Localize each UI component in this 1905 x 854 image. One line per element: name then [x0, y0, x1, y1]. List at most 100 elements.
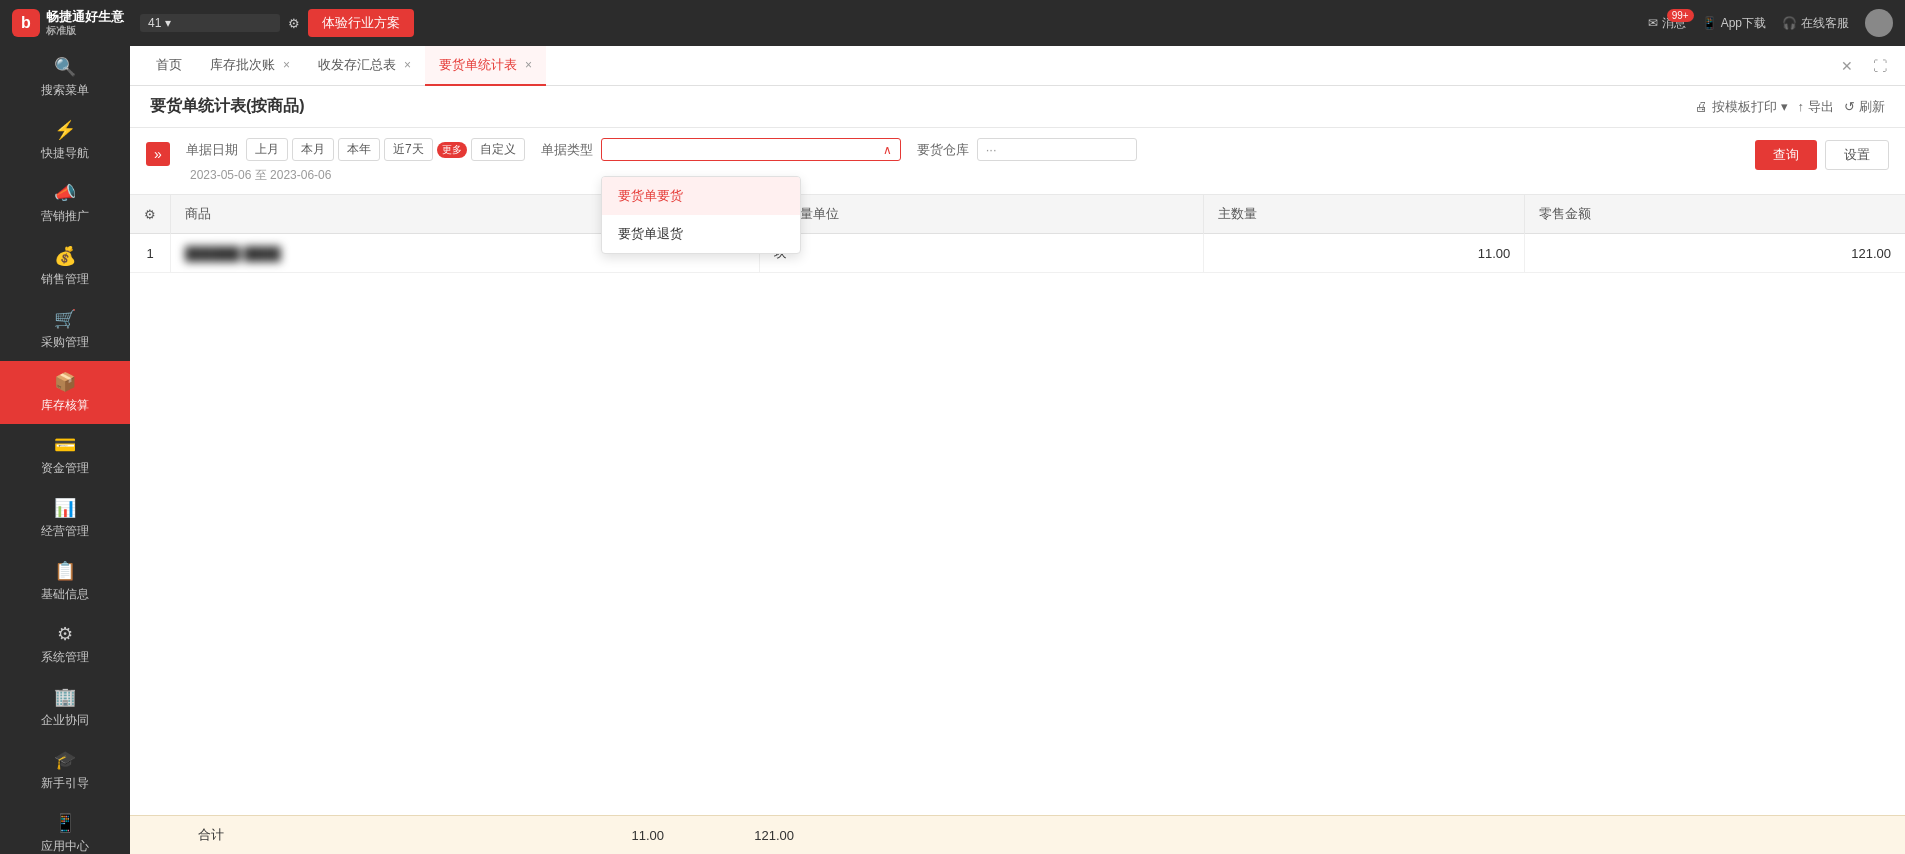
settings-btn[interactable]: 设置: [1825, 140, 1889, 170]
tab-label: 库存批次账: [210, 56, 275, 74]
table-area: ⚙ 商品 主计量单位 主数量 零售金额: [130, 195, 1905, 815]
export-icon: ↑: [1798, 99, 1805, 114]
sidebar-item-system[interactable]: ⚙ 系统管理: [0, 613, 130, 676]
tab-selector[interactable]: 41 ▾: [140, 14, 280, 32]
column-settings-icon[interactable]: ⚙: [144, 207, 156, 222]
messages-badge: 99+: [1667, 9, 1694, 22]
user-avatar[interactable]: [1865, 9, 1893, 37]
industry-btn[interactable]: 体验行业方案: [308, 9, 414, 37]
filter-group-type: 单据类型 ∧ 要货单要货 要货单退货: [541, 138, 901, 161]
filter-row-date-range: 2023-05-06 至 2023-06-06: [186, 167, 525, 184]
tab-inventory-batch[interactable]: 库存批次账 ×: [196, 46, 304, 86]
logo-icon: b: [12, 9, 40, 37]
logo-area: b 畅捷通好生意 标准版: [12, 9, 132, 37]
operations-icon: 📊: [54, 497, 76, 519]
th-settings[interactable]: ⚙: [130, 195, 171, 234]
dropdown-item-return[interactable]: 要货单退货: [602, 215, 800, 253]
type-filter-label: 单据类型: [541, 141, 593, 159]
footer-amount: 121.00: [694, 828, 794, 843]
filter-row-date: 单据日期 上月 本月 本年 近7天 更多 自定义: [186, 138, 525, 161]
message-icon: ✉: [1648, 16, 1658, 30]
sidebar-item-sales[interactable]: 💰 销售管理: [0, 235, 130, 298]
sidebar-item-basicinfo[interactable]: 📋 基础信息: [0, 550, 130, 613]
sidebar-item-marketing[interactable]: 📣 营销推广: [0, 172, 130, 235]
page-header: 要货单统计表(按商品) 🖨 按模板打印 ▾ ↑ 导出 ↺ 刷新: [130, 86, 1905, 128]
sidebar-item-search[interactable]: 🔍 搜索菜单: [0, 46, 130, 109]
sidebar-item-guide[interactable]: 🎓 新手引导: [0, 739, 130, 802]
headset-icon: 🎧: [1782, 16, 1797, 30]
chevron-up-icon: ∧: [883, 143, 892, 157]
type-dropdown-menu: 要货单要货 要货单退货: [601, 176, 801, 254]
purchase-icon: 🛒: [54, 308, 76, 330]
data-table: ⚙ 商品 主计量单位 主数量 零售金额: [130, 195, 1905, 273]
print-icon: 🖨: [1695, 99, 1708, 114]
top-bar-actions: ✉ 消息 99+ 📱 App下载 🎧 在线客服: [1648, 9, 1893, 37]
top-bar: b 畅捷通好生意 标准版 41 ▾ ⚙ 体验行业方案 ✉ 消息 99+ 📱 Ap…: [0, 0, 1905, 46]
online-service-action[interactable]: 🎧 在线客服: [1782, 15, 1849, 32]
export-label: 导出: [1808, 98, 1834, 116]
page-actions: 🖨 按模板打印 ▾ ↑ 导出 ↺ 刷新: [1695, 98, 1886, 116]
refresh-action[interactable]: ↺ 刷新: [1844, 98, 1885, 116]
tab-home-label: 首页: [156, 56, 182, 74]
th-unit: 主计量单位: [760, 195, 1204, 234]
filter-toggle-btn[interactable]: »: [146, 142, 170, 166]
warehouse-field[interactable]: ···: [977, 138, 1137, 161]
print-label: 按模板打印: [1712, 98, 1777, 116]
messages-action[interactable]: ✉ 消息 99+: [1648, 15, 1686, 32]
sidebar-item-quicknav[interactable]: ⚡ 快捷导航: [0, 109, 130, 172]
tab-close-icon[interactable]: ×: [404, 58, 411, 72]
sidebar-item-label: 经营管理: [41, 523, 89, 540]
window-close-btn[interactable]: ✕: [1835, 56, 1859, 76]
filter-bar: » 单据日期 上月 本月 本年 近7天 更多 自定义 2023-05-06 至 …: [130, 128, 1905, 195]
sales-icon: 💰: [54, 245, 76, 267]
window-expand-btn[interactable]: ⛶: [1867, 56, 1893, 76]
sidebar-item-label: 应用中心: [41, 838, 89, 854]
gear-icon[interactable]: ⚙: [288, 16, 300, 31]
date-btn-this-month[interactable]: 本月: [292, 138, 334, 161]
appcenter-icon: 📱: [54, 812, 76, 834]
query-btn[interactable]: 查询: [1755, 140, 1817, 170]
main-layout: 🔍 搜索菜单 ⚡ 快捷导航 📣 营销推广 💰 销售管理 🛒 采购管理 📦 库存核…: [0, 46, 1905, 854]
tab-selector-chevron: ▾: [165, 16, 171, 30]
online-service-label: 在线客服: [1801, 15, 1849, 32]
tab-requisition-stats[interactable]: 要货单统计表 ×: [425, 46, 546, 86]
sidebar-item-label: 系统管理: [41, 649, 89, 666]
sidebar-item-label: 新手引导: [41, 775, 89, 792]
type-input[interactable]: [610, 142, 883, 157]
enterprise-icon: 🏢: [54, 686, 76, 708]
sidebar-item-appcenter[interactable]: 📱 应用中心: [0, 802, 130, 854]
toggle-icon: »: [154, 146, 162, 162]
print-action[interactable]: 🖨 按模板打印 ▾: [1695, 98, 1788, 116]
dropdown-item-requisition[interactable]: 要货单要货: [602, 177, 800, 215]
sidebar-item-finance[interactable]: 💳 资金管理: [0, 424, 130, 487]
date-btn-last-7days[interactable]: 近7天: [384, 138, 433, 161]
sidebar-item-inventory[interactable]: 📦 库存核算: [0, 361, 130, 424]
tab-close-icon[interactable]: ×: [525, 58, 532, 72]
type-select-field[interactable]: ∧: [601, 138, 901, 161]
lightning-icon: ⚡: [54, 119, 76, 141]
date-quick-btns: 上月 本月 本年 近7天 更多 自定义: [246, 138, 525, 161]
date-btn-last-month[interactable]: 上月: [246, 138, 288, 161]
system-icon: ⚙: [57, 623, 73, 645]
custom-date-btn[interactable]: 自定义: [471, 138, 525, 161]
content-area: 首页 库存批次账 × 收发存汇总表 × 要货单统计表 × ✕ ⛶ 要货单统计表(…: [130, 46, 1905, 854]
type-select-wrapper: ∧ 要货单要货 要货单退货: [601, 138, 901, 161]
basicinfo-icon: 📋: [54, 560, 76, 582]
export-action[interactable]: ↑ 导出: [1798, 98, 1835, 116]
sidebar-item-label: 快捷导航: [41, 145, 89, 162]
refresh-label: 刷新: [1859, 98, 1885, 116]
tab-receivable-summary[interactable]: 收发存汇总表 ×: [304, 46, 425, 86]
search-icon: 🔍: [54, 56, 76, 78]
sidebar-item-operations[interactable]: 📊 经营管理: [0, 487, 130, 550]
sidebar-item-purchase[interactable]: 🛒 采购管理: [0, 298, 130, 361]
filter-actions: 查询 设置: [1755, 140, 1889, 170]
finance-icon: 💳: [54, 434, 76, 456]
tab-close-icon[interactable]: ×: [283, 58, 290, 72]
app-download-action[interactable]: 📱 App下载: [1702, 15, 1766, 32]
marketing-icon: 📣: [54, 182, 76, 204]
tab-selector-value: 41: [148, 16, 161, 30]
brand-main: 畅捷通好生意: [46, 9, 124, 25]
date-btn-this-year[interactable]: 本年: [338, 138, 380, 161]
sidebar-item-enterprise[interactable]: 🏢 企业协同: [0, 676, 130, 739]
tab-home[interactable]: 首页: [142, 46, 196, 86]
